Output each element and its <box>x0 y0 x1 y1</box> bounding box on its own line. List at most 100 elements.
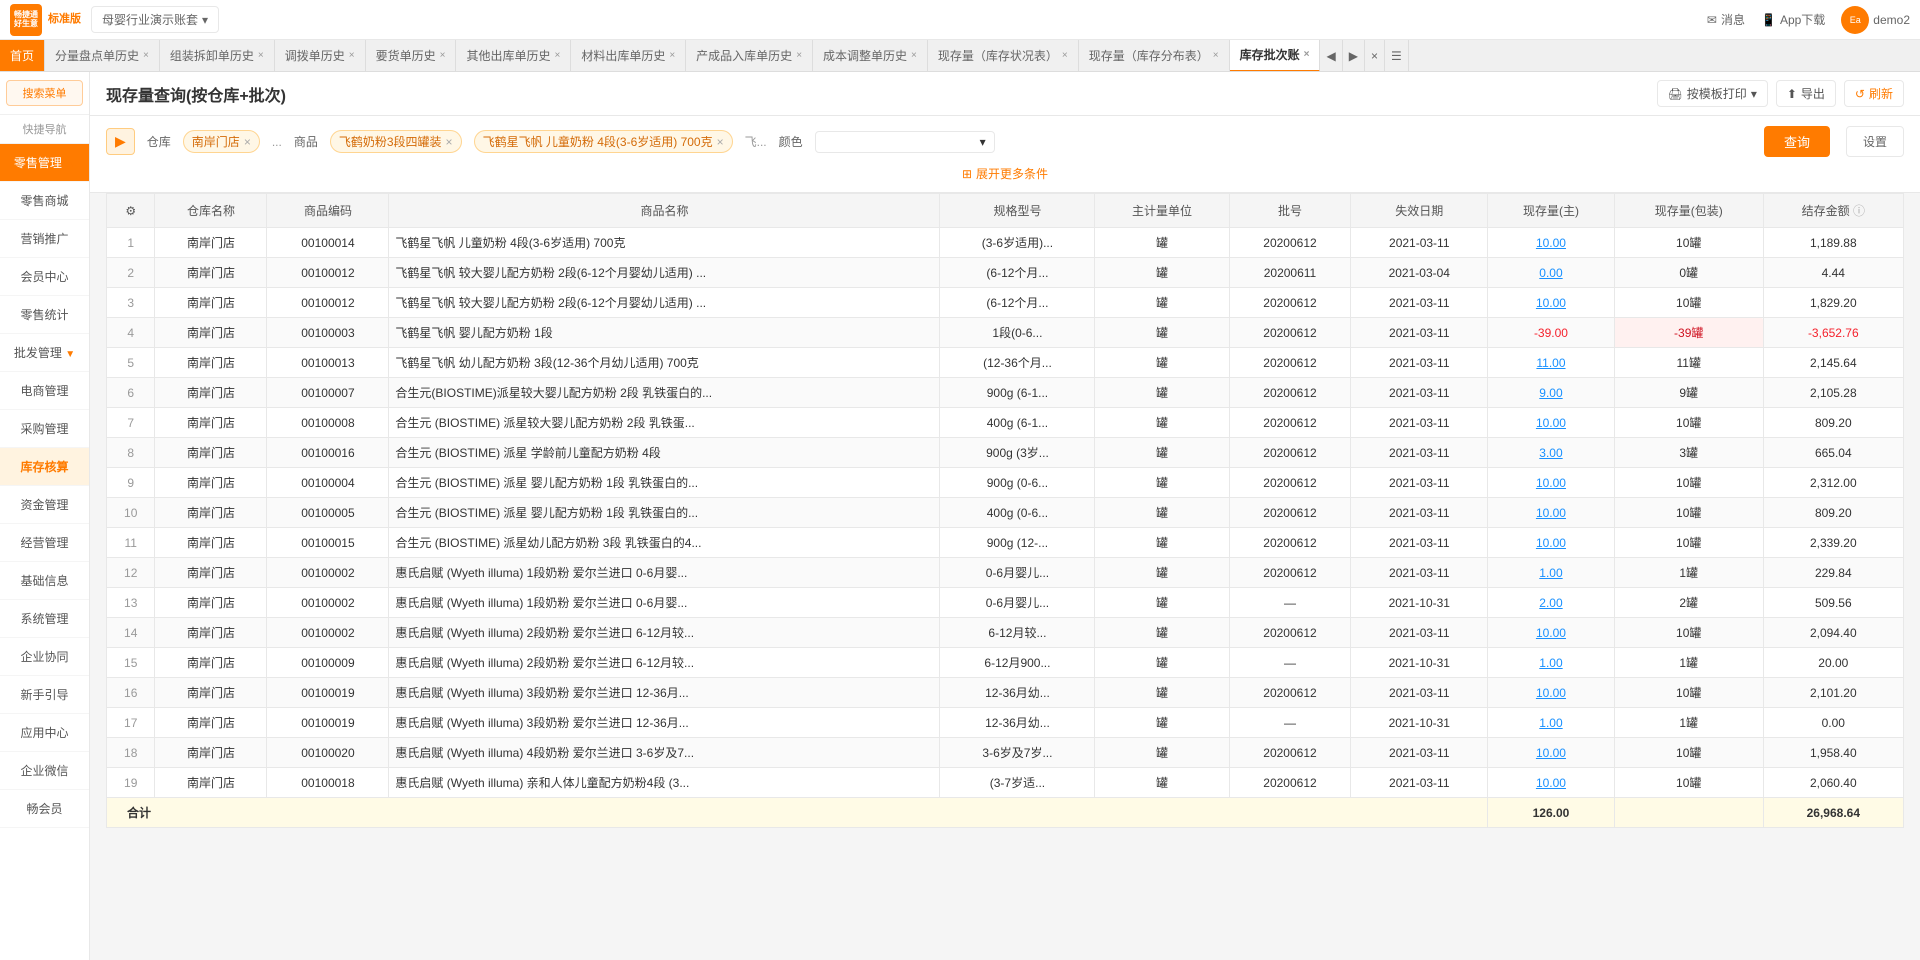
settings-btn[interactable]: 设置 <box>1846 126 1904 157</box>
cell-code: 00100009 <box>267 648 389 678</box>
cell-qty-main[interactable]: 1.00 <box>1488 558 1615 588</box>
cell-qty-main[interactable]: 11.00 <box>1488 348 1615 378</box>
sidebar-item-app-center[interactable]: 应用中心 <box>0 714 89 752</box>
sidebar-item-inventory[interactable]: 库存核算 <box>0 448 89 486</box>
warehouse-tag-nananmen[interactable]: 南岸门店 × <box>183 130 260 153</box>
sidebar-item-wechat[interactable]: 企业微信 <box>0 752 89 790</box>
sidebar-item-member-loyalty[interactable]: 畅会员 <box>0 790 89 828</box>
tab-6[interactable]: 材料出库单历史 × <box>571 40 686 72</box>
search-menu-btn[interactable]: 搜索菜单 <box>6 80 83 106</box>
amount-info-icon[interactable]: ⓘ <box>1853 204 1865 218</box>
cell-batch: 20200612 <box>1229 288 1351 318</box>
tab-next-btn[interactable]: ▶ <box>1343 40 1365 72</box>
sidebar-item-retail-mgmt[interactable]: 零售管理 ▲ <box>0 144 89 182</box>
product-tag-2-close[interactable]: × <box>717 135 724 149</box>
product-tag-1-close[interactable]: × <box>446 135 453 149</box>
cell-qty-main[interactable]: 10.00 <box>1488 498 1615 528</box>
sidebar-item-wechat-label: 企业微信 <box>20 764 68 778</box>
cell-code: 00100015 <box>267 528 389 558</box>
cell-qty-main[interactable]: 10.00 <box>1488 228 1615 258</box>
product-tag-1[interactable]: 飞鹤奶粉3段四罐装 × <box>330 130 462 153</box>
cell-warehouse: 南岸门店 <box>155 408 267 438</box>
cell-qty-main[interactable]: 10.00 <box>1488 288 1615 318</box>
tab-8[interactable]: 成本调整单历史 × <box>813 40 928 72</box>
sidebar-item-retail-stats[interactable]: 零售统计 <box>0 296 89 334</box>
cell-qty-main[interactable]: 10.00 <box>1488 618 1615 648</box>
export-btn[interactable]: ⬆ 导出 <box>1776 80 1836 107</box>
tab-8-close[interactable]: × <box>911 50 917 61</box>
cell-qty-main[interactable]: 10.00 <box>1488 468 1615 498</box>
enterprise-selector[interactable]: 母婴行业演示账套 ▾ <box>91 6 219 33</box>
cell-qty-main[interactable]: 9.00 <box>1488 378 1615 408</box>
footer-label: 合计 <box>107 798 1488 828</box>
footer-total-qty-pkg <box>1614 798 1763 828</box>
sidebar-item-basic-info[interactable]: 基础信息 <box>0 562 89 600</box>
cell-qty-main[interactable]: 10.00 <box>1488 408 1615 438</box>
tab-2-close[interactable]: × <box>258 50 264 61</box>
message-btn[interactable]: ✉ 消息 <box>1707 11 1745 28</box>
product-ellipsis[interactable]: 飞... <box>745 133 767 150</box>
color-select[interactable]: ▾ <box>815 131 995 153</box>
tab-close-btn[interactable]: × <box>1365 40 1385 72</box>
tab-10-close[interactable]: × <box>1213 50 1219 61</box>
tab-5-close[interactable]: × <box>554 50 560 61</box>
tab-11[interactable]: 库存批次账 × <box>1230 40 1321 72</box>
cell-num: 8 <box>107 438 155 468</box>
cell-qty-main[interactable]: 3.00 <box>1488 438 1615 468</box>
cell-qty-main[interactable]: 10.00 <box>1488 528 1615 558</box>
cell-qty-main[interactable]: 0.00 <box>1488 258 1615 288</box>
sidebar-item-finance[interactable]: 资金管理 <box>0 486 89 524</box>
tab-7[interactable]: 产成品入库单历史 × <box>686 40 813 72</box>
cell-qty-main[interactable]: 10.00 <box>1488 738 1615 768</box>
sidebar-item-ecommerce[interactable]: 电商管理 <box>0 372 89 410</box>
sidebar-item-retail-shop[interactable]: 零售商城 <box>0 182 89 220</box>
cell-qty-main[interactable]: 1.00 <box>1488 708 1615 738</box>
sidebar-item-guide[interactable]: 新手引导 <box>0 676 89 714</box>
tab-7-close[interactable]: × <box>796 50 802 61</box>
tab-4-close[interactable]: × <box>440 50 446 61</box>
sidebar-item-system[interactable]: 系统管理 <box>0 600 89 638</box>
sidebar-item-operations[interactable]: 经营管理 <box>0 524 89 562</box>
cell-qty-main[interactable]: 1.00 <box>1488 648 1615 678</box>
sidebar-item-member[interactable]: 会员中心 <box>0 258 89 296</box>
product-tag-2[interactable]: 飞鹤星飞帆 儿童奶粉 4段(3-6岁适用) 700克 × <box>474 130 733 153</box>
expand-conditions-btn[interactable]: ⊞ 展开更多条件 <box>962 165 1048 182</box>
app-download-btn[interactable]: 📱 App下载 <box>1761 11 1825 28</box>
tab-3-close[interactable]: × <box>349 50 355 61</box>
tab-10[interactable]: 现存量（库存分布表） × <box>1079 40 1230 72</box>
cell-qty-main[interactable]: 10.00 <box>1488 678 1615 708</box>
filter-collapse-btn[interactable]: ▶ <box>106 128 135 155</box>
print-btn[interactable]: 🖨 按模板打印 ▾ <box>1657 80 1768 107</box>
col-amount: 结存金额 ⓘ <box>1763 194 1903 228</box>
sidebar-item-marketing[interactable]: 营销推广 <box>0 220 89 258</box>
tab-4[interactable]: 要货单历史 × <box>366 40 457 72</box>
tab-11-close[interactable]: × <box>1304 49 1310 60</box>
sidebar-item-purchase[interactable]: 采购管理 <box>0 410 89 448</box>
tab-3[interactable]: 调拨单历史 × <box>275 40 366 72</box>
cell-num: 7 <box>107 408 155 438</box>
warehouse-tag-close[interactable]: × <box>244 135 251 149</box>
cell-name: 飞鹤星飞帆 较大婴儿配方奶粉 2段(6-12个月婴幼儿适用) ... <box>389 288 940 318</box>
sidebar-item-enterprise[interactable]: 企业协同 <box>0 638 89 676</box>
refresh-btn[interactable]: ↺ 刷新 <box>1844 80 1904 107</box>
warehouse-ellipsis[interactable]: ... <box>272 135 282 149</box>
tab-home[interactable]: 首页 <box>0 40 45 72</box>
tab-5[interactable]: 其他出库单历史 × <box>456 40 571 72</box>
cell-qty-pkg: -39罐 <box>1614 318 1763 348</box>
tab-1-close[interactable]: × <box>143 50 149 61</box>
cell-qty-main[interactable]: 2.00 <box>1488 588 1615 618</box>
user-area[interactable]: Ea demo2 <box>1841 6 1910 34</box>
cell-spec: 900g (6-1... <box>940 378 1095 408</box>
col-gear[interactable]: ⚙ <box>107 194 155 228</box>
tab-prev-btn[interactable]: ◀ <box>1320 40 1342 72</box>
cell-qty-main[interactable]: 10.00 <box>1488 768 1615 798</box>
tab-9[interactable]: 现存量（库存状况表） × <box>928 40 1079 72</box>
tab-1[interactable]: 分量盘点单历史 × <box>45 40 160 72</box>
tab-2[interactable]: 组装拆卸单历史 × <box>160 40 275 72</box>
tab-9-close[interactable]: × <box>1062 50 1068 61</box>
tab-menu-btn[interactable]: ☰ <box>1385 40 1409 72</box>
tab-6-close[interactable]: × <box>669 50 675 61</box>
cell-name: 惠氏启赋 (Wyeth illuma) 3段奶粉 爱尔兰进口 12-36月... <box>389 678 940 708</box>
sidebar-item-wholesale[interactable]: 批发管理 ▼ <box>0 334 89 372</box>
query-btn[interactable]: 查询 <box>1764 126 1830 157</box>
